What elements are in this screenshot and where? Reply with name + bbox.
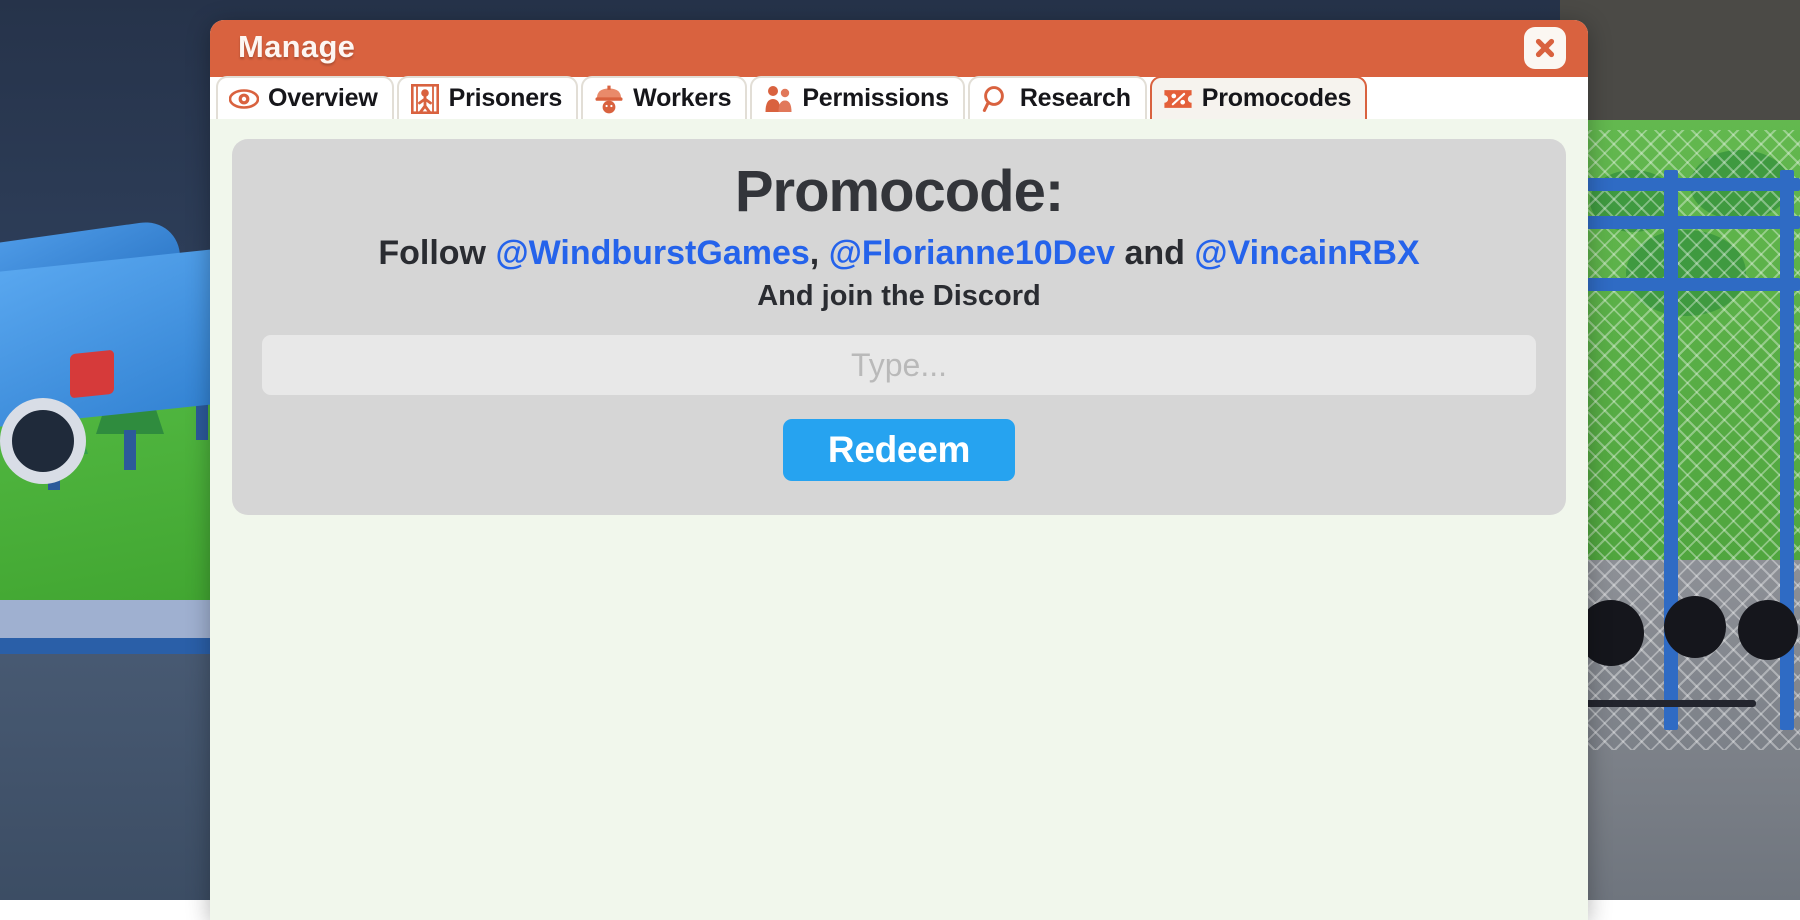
car-wheel <box>0 398 86 484</box>
car-taillight <box>70 349 114 399</box>
weight-plate <box>1738 600 1798 660</box>
handle-link-vincainrbx[interactable]: @VincainRBX <box>1194 234 1419 272</box>
tab-workers[interactable]: Workers <box>581 76 748 119</box>
handle-link-florianne10dev[interactable]: @Florianne10Dev <box>829 234 1115 272</box>
tab-promocodes[interactable]: Promocodes <box>1149 76 1368 119</box>
close-button[interactable] <box>1524 27 1566 69</box>
discord-line: And join the Discord <box>757 280 1041 313</box>
tab-overview[interactable]: Overview <box>216 76 394 119</box>
tab-label: Promocodes <box>1201 84 1352 112</box>
follow-separator: and <box>1115 233 1195 272</box>
promocode-input[interactable] <box>262 335 1536 396</box>
tab-label: Research <box>1019 84 1131 112</box>
title-bar: Manage <box>210 20 1588 74</box>
barbell <box>1576 700 1756 707</box>
manage-window: Manage Overview Prisoners Workers Permis… <box>210 20 1588 920</box>
prisoner-icon <box>410 83 440 114</box>
fence-rail <box>1568 216 1800 229</box>
tree-trunk <box>124 430 136 470</box>
tab-strip: Overview Prisoners Workers Permissions R… <box>210 74 1588 119</box>
follow-line: Follow @WindburstGames, @Florianne10Dev … <box>262 232 1536 275</box>
magnifier-icon <box>981 84 1011 114</box>
fence-rail <box>1568 278 1800 291</box>
window-title: Manage <box>238 29 356 64</box>
tab-label: Overview <box>268 84 378 112</box>
content-area: Promocode: Follow @WindburstGames, @Flor… <box>210 119 1588 516</box>
fence-rail <box>1568 178 1800 191</box>
hardhat-icon <box>594 84 624 114</box>
close-icon <box>1535 38 1555 58</box>
redeem-button[interactable]: Redeem <box>783 419 1015 482</box>
tab-prisoners[interactable]: Prisoners <box>396 76 579 119</box>
tab-label: Workers <box>633 84 732 112</box>
tree-trunk <box>196 400 208 440</box>
tab-research[interactable]: Research <box>967 76 1147 119</box>
tab-permissions[interactable]: Permissions <box>750 76 965 119</box>
tab-label: Prisoners <box>448 84 563 112</box>
two-people-icon <box>763 84 793 114</box>
eye-icon <box>229 84 259 114</box>
follow-separator: , <box>809 233 829 272</box>
follow-prefix: Follow <box>378 233 496 272</box>
promocode-card: Promocode: Follow @WindburstGames, @Flor… <box>232 139 1566 516</box>
page-title: Promocode: <box>734 159 1064 224</box>
handle-link-windburstgames[interactable]: @WindburstGames <box>495 234 809 272</box>
ticket-percent-icon <box>1163 84 1193 114</box>
tab-label: Permissions <box>802 84 949 112</box>
weight-plate <box>1664 596 1726 658</box>
